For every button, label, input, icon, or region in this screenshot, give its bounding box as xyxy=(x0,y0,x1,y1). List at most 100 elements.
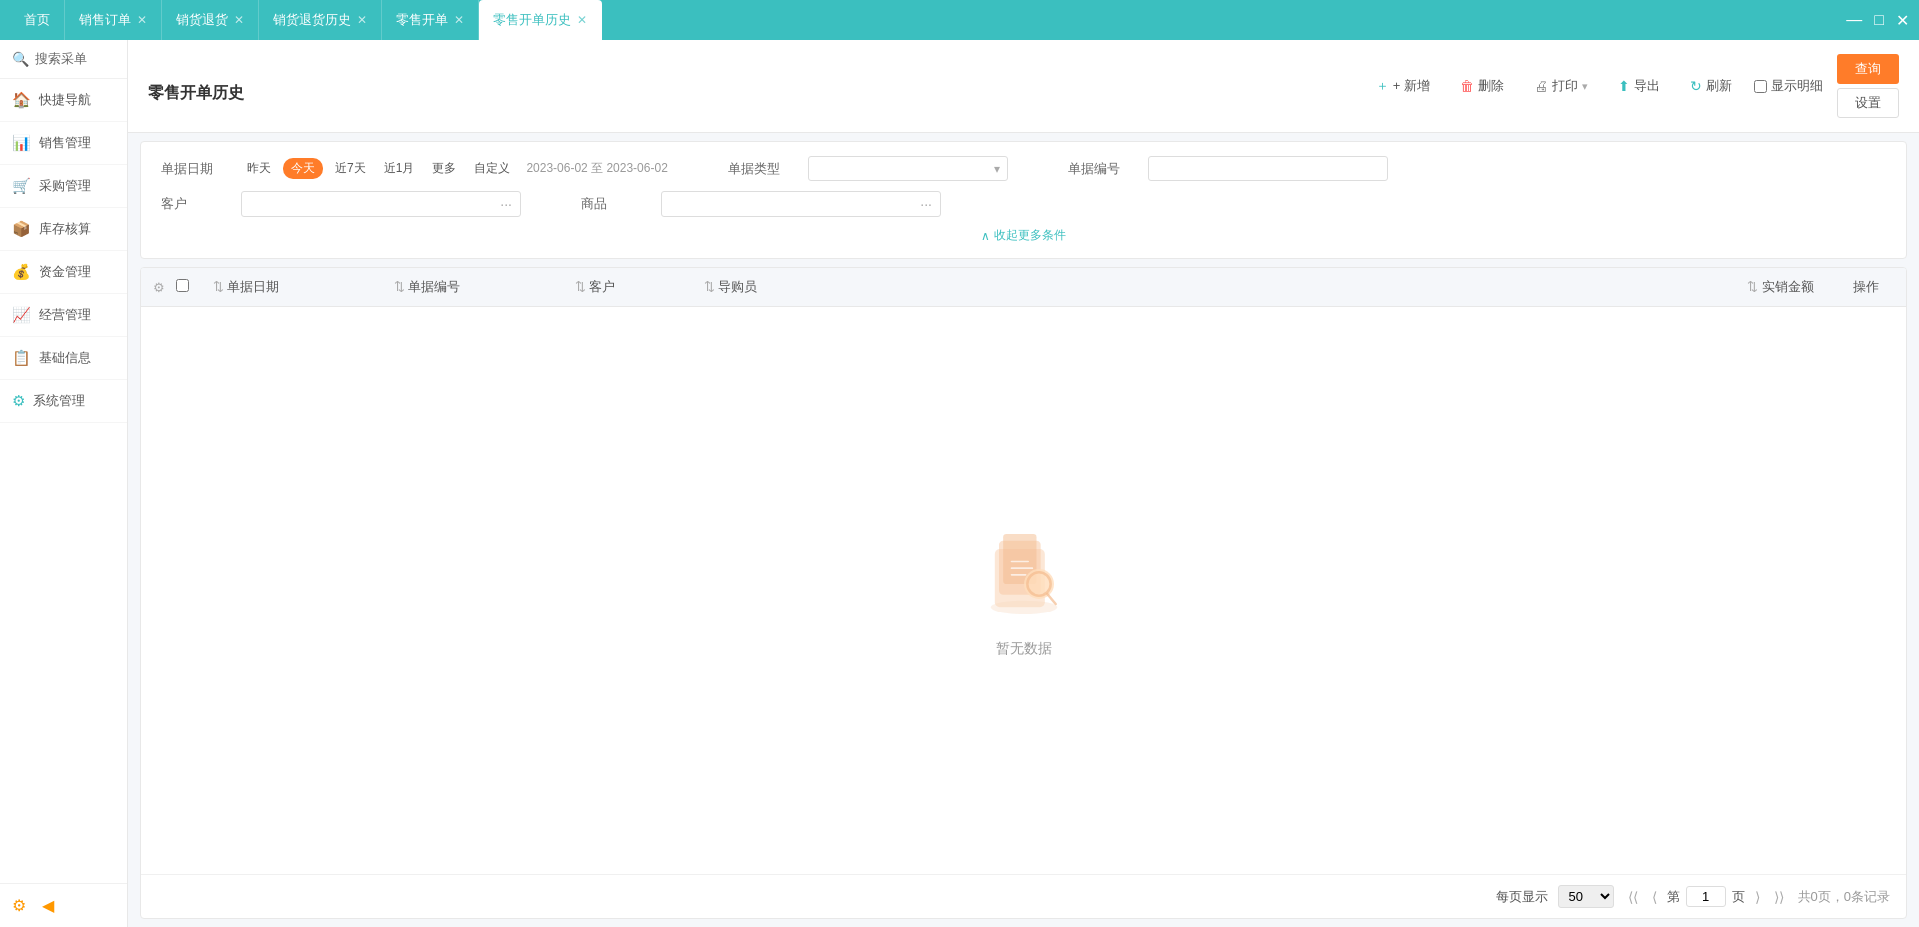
pagination: 每页显示 50 10 20 100 ⟨⟨ ⟨ 第 页 ⟩ ⟩⟩ 共0页，0条记录 xyxy=(141,874,1906,918)
display-checkbox[interactable] xyxy=(1754,80,1767,93)
collapse-arrow-icon: ∧ xyxy=(981,229,990,243)
date-last7[interactable]: 近7天 xyxy=(329,158,372,179)
sidebar-item-finance-label: 资金管理 xyxy=(39,263,91,281)
tab-home-label: 首页 xyxy=(24,11,50,29)
date-last1month[interactable]: 近1月 xyxy=(378,158,421,179)
sidebar-item-sales-mgmt[interactable]: 📊 销售管理 xyxy=(0,122,127,165)
sidebar-item-inventory[interactable]: 📦 库存核算 xyxy=(0,208,127,251)
goods-dots-icon[interactable]: ··· xyxy=(920,196,932,212)
th-salesperson: ⇅ 导购员 xyxy=(692,268,847,307)
select-all-checkbox[interactable] xyxy=(176,279,189,292)
sidebar-item-quick-nav-label: 快捷导航 xyxy=(39,91,91,109)
goods-input[interactable] xyxy=(670,197,920,212)
date-yesterday[interactable]: 昨天 xyxy=(241,158,277,179)
prev-page-button[interactable]: ⟨ xyxy=(1648,887,1661,907)
th-salesperson-sort-icon[interactable]: ⇅ xyxy=(704,279,715,294)
sidebar-collapse-icon[interactable]: ◀ xyxy=(42,896,54,915)
number-input[interactable] xyxy=(1148,156,1388,181)
top-tabbar: 首页 销售订单 ✕ 销货退货 ✕ 销货退货历史 ✕ 零售开单 ✕ 零售开单历史 … xyxy=(0,0,1919,40)
maximize-button[interactable]: □ xyxy=(1874,11,1884,29)
collapse-filter[interactable]: ∧ 收起更多条件 xyxy=(161,227,1886,244)
close-button[interactable]: ✕ xyxy=(1896,11,1909,30)
settings-gear-icon[interactable]: ⚙ xyxy=(12,896,26,915)
th-customer: ⇅ 客户 xyxy=(563,268,692,307)
sidebar-item-purchase-mgmt-label: 采购管理 xyxy=(39,177,91,195)
date-today[interactable]: 今天 xyxy=(283,158,323,179)
filter-row-2: 客户 ··· 商品 ··· xyxy=(161,191,1886,217)
tab-sales-order-close[interactable]: ✕ xyxy=(137,13,147,27)
date-more[interactable]: 更多 xyxy=(426,158,462,179)
page-title: 零售开单历史 xyxy=(148,83,244,104)
home-icon: 🏠 xyxy=(12,91,31,109)
sidebar-item-operations[interactable]: 📈 经营管理 xyxy=(0,294,127,337)
table-area: ⚙ ⇅ 单据日期 ⇅ 单据编号 xyxy=(140,267,1907,919)
sidebar-item-quick-nav[interactable]: 🏠 快捷导航 xyxy=(0,79,127,122)
th-date-sort-icon[interactable]: ⇅ xyxy=(213,279,224,294)
tab-retail-open[interactable]: 零售开单 ✕ xyxy=(382,0,479,40)
th-amount-sort-icon[interactable]: ⇅ xyxy=(1747,279,1758,294)
tab-retail-open-label: 零售开单 xyxy=(396,11,448,29)
tab-sales-return-history-close[interactable]: ✕ xyxy=(357,13,367,27)
page-actions: ＋ + 新增 🗑 删除 🖨 打印 ▾ ⬆ 导出 ↻ xyxy=(1368,54,1899,132)
th-number: ⇅ 单据编号 xyxy=(382,268,563,307)
tab-sales-return-history[interactable]: 销货退货历史 ✕ xyxy=(259,0,382,40)
action-btns-right: 查询 设置 xyxy=(1837,54,1899,118)
page-nav: ⟨⟨ ⟨ 第 页 ⟩ ⟩⟩ xyxy=(1624,886,1788,907)
customer-filter-label: 客户 xyxy=(161,195,221,213)
tab-sales-order[interactable]: 销售订单 ✕ xyxy=(65,0,162,40)
data-table: ⚙ ⇅ 单据日期 ⇅ 单据编号 xyxy=(141,268,1906,307)
minimize-button[interactable]: — xyxy=(1846,11,1862,29)
sidebar-search[interactable]: 🔍 搜索采单 xyxy=(0,40,127,79)
refresh-icon: ↻ xyxy=(1690,78,1702,94)
date-custom[interactable]: 自定义 xyxy=(468,158,516,179)
purchase-icon: 🛒 xyxy=(12,177,31,195)
per-page-label: 每页显示 xyxy=(1496,888,1548,906)
query-button[interactable]: 查询 xyxy=(1837,54,1899,84)
sidebar-item-inventory-label: 库存核算 xyxy=(39,220,91,238)
table-header-row: ⚙ ⇅ 单据日期 ⇅ 单据编号 xyxy=(141,268,1906,307)
refresh-button[interactable]: ↻ 刷新 xyxy=(1682,73,1740,99)
th-amount: ⇅ 实销金额 xyxy=(1645,268,1826,307)
next-page-button[interactable]: ⟩ xyxy=(1751,887,1764,907)
customer-input[interactable] xyxy=(250,197,500,212)
tab-home[interactable]: 首页 xyxy=(10,0,65,40)
tab-sales-return-history-label: 销货退货历史 xyxy=(273,11,351,29)
goods-filter-label: 商品 xyxy=(581,195,641,213)
sidebar-bottom: ⚙ ◀ xyxy=(0,883,127,927)
delete-icon: 🗑 xyxy=(1460,78,1474,94)
empty-text: 暂无数据 xyxy=(996,640,1052,658)
add-button[interactable]: ＋ + 新增 xyxy=(1368,73,1438,99)
display-toggle[interactable]: 显示明细 xyxy=(1754,77,1823,95)
th-number-sort-icon[interactable]: ⇅ xyxy=(394,279,405,294)
per-page-select[interactable]: 50 10 20 100 xyxy=(1558,885,1614,908)
tab-retail-history-close[interactable]: ✕ xyxy=(577,13,587,27)
sidebar-item-sys-mgmt[interactable]: ⚙ 系统管理 xyxy=(0,380,127,423)
type-select[interactable] xyxy=(808,156,1008,181)
print-button[interactable]: 🖨 打印 ▾ xyxy=(1526,73,1596,99)
main-layout: 🔍 搜索采单 🏠 快捷导航 📊 销售管理 🛒 采购管理 📦 库存核算 💰 资金管… xyxy=(0,40,1919,927)
sidebar-item-basic-info-label: 基础信息 xyxy=(39,349,91,367)
th-customer-sort-icon[interactable]: ⇅ xyxy=(575,279,586,294)
sidebar-item-purchase-mgmt[interactable]: 🛒 采购管理 xyxy=(0,165,127,208)
export-button[interactable]: ⬆ 导出 xyxy=(1610,73,1668,99)
customer-dots-icon[interactable]: ··· xyxy=(500,196,512,212)
last-page-button[interactable]: ⟩⟩ xyxy=(1770,887,1788,907)
collapse-filter-label: 收起更多条件 xyxy=(994,227,1066,244)
sidebar-item-basic-info[interactable]: 📋 基础信息 xyxy=(0,337,127,380)
tab-sales-order-label: 销售订单 xyxy=(79,11,131,29)
delete-button[interactable]: 🗑 删除 xyxy=(1452,73,1512,99)
tab-retail-history[interactable]: 零售开单历史 ✕ xyxy=(479,0,602,40)
page-number-input[interactable] xyxy=(1686,886,1726,907)
table-gear-icon[interactable]: ⚙ xyxy=(153,280,165,295)
tab-sales-return-close[interactable]: ✕ xyxy=(234,13,244,27)
basic-info-icon: 📋 xyxy=(12,349,31,367)
tab-sales-return[interactable]: 销货退货 ✕ xyxy=(162,0,259,40)
finance-icon: 💰 xyxy=(12,263,31,281)
th-date: ⇅ 单据日期 xyxy=(201,268,382,307)
sidebar-item-finance[interactable]: 💰 资金管理 xyxy=(0,251,127,294)
page-suffix: 页 xyxy=(1732,888,1745,906)
settings-button[interactable]: 设置 xyxy=(1837,88,1899,118)
first-page-button[interactable]: ⟨⟨ xyxy=(1624,887,1642,907)
tab-retail-open-close[interactable]: ✕ xyxy=(454,13,464,27)
window-controls: — □ ✕ xyxy=(1846,11,1909,30)
